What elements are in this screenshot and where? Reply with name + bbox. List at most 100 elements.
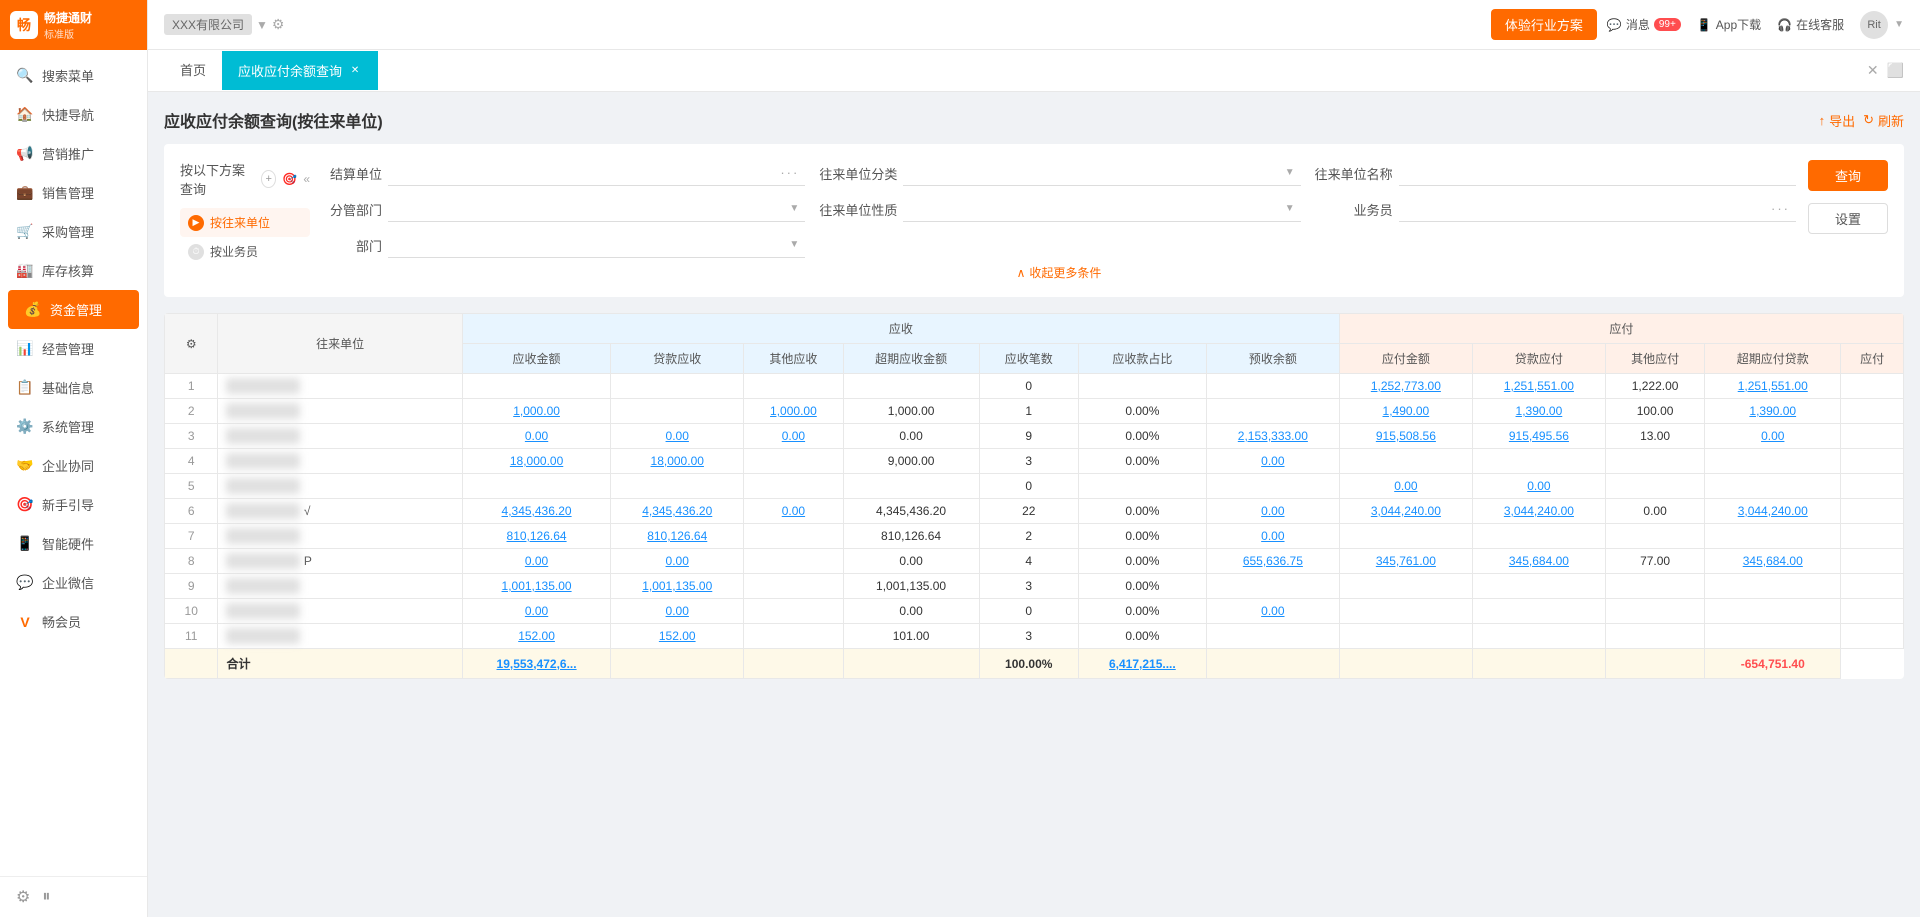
dept-input[interactable]: ▼ [388, 232, 805, 258]
row-ar-loan[interactable]: 0.00 [611, 424, 744, 449]
row-ar-advance[interactable]: 0.00 [1206, 499, 1339, 524]
sidebar-item-member[interactable]: V 畅会员 [0, 602, 147, 641]
scheme-by-employee[interactable]: ⏱ 按业务员 [180, 237, 310, 266]
row-ar-other[interactable]: 0.00 [744, 499, 843, 524]
sidebar-item-hardware[interactable]: 📱 智能硬件 [0, 524, 147, 563]
row-ar-loan[interactable]: 0.00 [611, 549, 744, 574]
row-ar-amount[interactable]: 4,345,436.20 [462, 499, 610, 524]
unit-category-input[interactable]: ▼ [903, 160, 1300, 186]
sidebar-item-enterprise[interactable]: 🤝 企业协同 [0, 446, 147, 485]
row-ap-loan[interactable]: 1,251,551.00 [1472, 374, 1605, 399]
sidebar-item-purchase[interactable]: 🛒 采购管理 [0, 212, 147, 251]
close-window-icon[interactable]: ✕ [1867, 62, 1879, 79]
row-ar-advance[interactable]: 655,636.75 [1206, 549, 1339, 574]
sidebar-item-capital[interactable]: 💰 资金管理 [8, 290, 139, 329]
row-ar-amount[interactable]: 1,001,135.00 [462, 574, 610, 599]
row-ap-overdue[interactable]: 0.00 [1705, 424, 1841, 449]
sidebar-item-quicknav[interactable]: 🏠 快捷导航 [0, 95, 147, 134]
tab-ar-ap[interactable]: 应收应付余额查询 ✕ [222, 51, 378, 90]
row-ap-amount[interactable]: 0.00 [1339, 474, 1472, 499]
sidebar-item-marketing[interactable]: 📢 营销推广 [0, 134, 147, 173]
row-ar-loan[interactable]: 4,345,436.20 [611, 499, 744, 524]
row-ap-overdue[interactable]: 345,684.00 [1705, 549, 1841, 574]
row-ar-amount[interactable]: 1,000.00 [462, 399, 610, 424]
row-ap-amount[interactable]: 915,508.56 [1339, 424, 1472, 449]
row-ar-ratio: 0.00% [1078, 599, 1206, 624]
row-ap-amount[interactable]: 3,044,240.00 [1339, 499, 1472, 524]
settings-icon[interactable]: ⚙ [16, 887, 30, 907]
sidebar-item-wechat[interactable]: 💬 企业微信 [0, 563, 147, 602]
row-ar-overdue: 9,000.00 [843, 449, 979, 474]
row-ap-overdue[interactable]: 1,251,551.00 [1705, 374, 1841, 399]
row-ar-advance[interactable]: 0.00 [1206, 449, 1339, 474]
expand-window-icon[interactable]: ⬜ [1887, 62, 1904, 79]
messages-button[interactable]: 💬 消息 99+ [1607, 16, 1681, 33]
sidebar-item-operation[interactable]: 📊 经营管理 [0, 329, 147, 368]
row-ar-loan[interactable]: 18,000.00 [611, 449, 744, 474]
row-ar-loan[interactable]: 0.00 [611, 599, 744, 624]
footer-ar-total[interactable]: 19,553,472,6... [462, 649, 610, 679]
add-scheme-button[interactable]: + [261, 170, 276, 188]
row-ar-advance[interactable]: 2,153,333.00 [1206, 424, 1339, 449]
row-ar-overdue [843, 474, 979, 499]
setting-button[interactable]: 设置 [1808, 203, 1888, 234]
unit-nature-input[interactable]: ▼ [903, 196, 1300, 222]
row-ar-amount[interactable]: 810,126.64 [462, 524, 610, 549]
scheme-by-unit[interactable]: ▶ 按往来单位 [180, 208, 310, 237]
row-num: 10 [165, 599, 218, 624]
sidebar-item-inventory[interactable]: 🏭 库存核算 [0, 251, 147, 290]
collapse-button[interactable]: ∧ 收起更多条件 [322, 264, 1796, 281]
table-settings-icon[interactable]: ⚙ [182, 335, 200, 353]
row-ap-amount [1339, 524, 1472, 549]
export-button[interactable]: ↑ 导出 [1819, 111, 1856, 130]
sidebar-item-system[interactable]: ⚙️ 系统管理 [0, 407, 147, 446]
row-ar-other[interactable]: 1,000.00 [744, 399, 843, 424]
dept-manager-input[interactable]: ▼ [388, 196, 805, 222]
row-ap-overdue[interactable]: 1,390.00 [1705, 399, 1841, 424]
row-ap-loan[interactable]: 345,684.00 [1472, 549, 1605, 574]
row-ar-amount[interactable]: 0.00 [462, 599, 610, 624]
app-download-button[interactable]: 📱 App下载 [1697, 16, 1761, 33]
target-icon[interactable]: 🎯 [282, 172, 297, 186]
salesperson-input[interactable]: ··· [1399, 196, 1796, 222]
row-ar-advance[interactable]: 0.00 [1206, 599, 1339, 624]
refresh-button[interactable]: ↻ 刷新 [1863, 111, 1904, 130]
row-ap-amount[interactable]: 345,761.00 [1339, 549, 1472, 574]
sidebar-item-guide[interactable]: 🎯 新手引导 [0, 485, 147, 524]
row-num: 2 [165, 399, 218, 424]
sidebar-item-search[interactable]: 🔍 搜索菜单 [0, 56, 147, 95]
online-support-button[interactable]: 🎧 在线客服 [1777, 16, 1844, 33]
row-ap-loan[interactable]: 1,390.00 [1472, 399, 1605, 424]
row-ar-loan[interactable]: 1,001,135.00 [611, 574, 744, 599]
row-ar-other[interactable]: 0.00 [744, 424, 843, 449]
row-ar-loan[interactable]: 810,126.64 [611, 524, 744, 549]
row-ar-amount[interactable]: 0.00 [462, 424, 610, 449]
footer-ar-advance[interactable]: 6,417,215.... [1078, 649, 1206, 679]
row-ap-loan[interactable]: 3,044,240.00 [1472, 499, 1605, 524]
row-ar-amount[interactable]: 0.00 [462, 549, 610, 574]
page-title: 应收应付余额查询(按往来单位) [164, 108, 383, 132]
gear-icon[interactable]: ⚙ [272, 16, 285, 33]
user-menu[interactable]: Rit ▼ [1860, 11, 1904, 39]
sidebar-item-base[interactable]: 📋 基础信息 [0, 368, 147, 407]
row-ar-advance[interactable]: 0.00 [1206, 524, 1339, 549]
row-ar-amount[interactable]: 18,000.00 [462, 449, 610, 474]
trial-button[interactable]: 体验行业方案 [1491, 9, 1597, 40]
arrow-left-icon[interactable]: « [303, 172, 310, 186]
row-ap-amount[interactable]: 1,490.00 [1339, 399, 1472, 424]
collapse-icon[interactable]: ⏸ [42, 888, 50, 906]
sidebar-item-sales[interactable]: 💼 销售管理 [0, 173, 147, 212]
row-ap-overdue [1705, 449, 1841, 474]
settlement-unit-input[interactable]: ··· [388, 160, 805, 186]
row-ar-loan[interactable]: 152.00 [611, 624, 744, 649]
tab-home[interactable]: 首页 [164, 50, 222, 91]
row-ar-amount[interactable]: 152.00 [462, 624, 610, 649]
query-button[interactable]: 查询 [1808, 160, 1888, 191]
chevron-down-icon[interactable]: ▼ [256, 18, 268, 32]
tab-close-icon[interactable]: ✕ [348, 64, 362, 78]
row-ap-overdue[interactable]: 3,044,240.00 [1705, 499, 1841, 524]
row-ap-loan[interactable]: 915,495.56 [1472, 424, 1605, 449]
unit-name-input[interactable] [1399, 160, 1796, 186]
row-ap-loan[interactable]: 0.00 [1472, 474, 1605, 499]
row-ap-amount[interactable]: 1,252,773.00 [1339, 374, 1472, 399]
